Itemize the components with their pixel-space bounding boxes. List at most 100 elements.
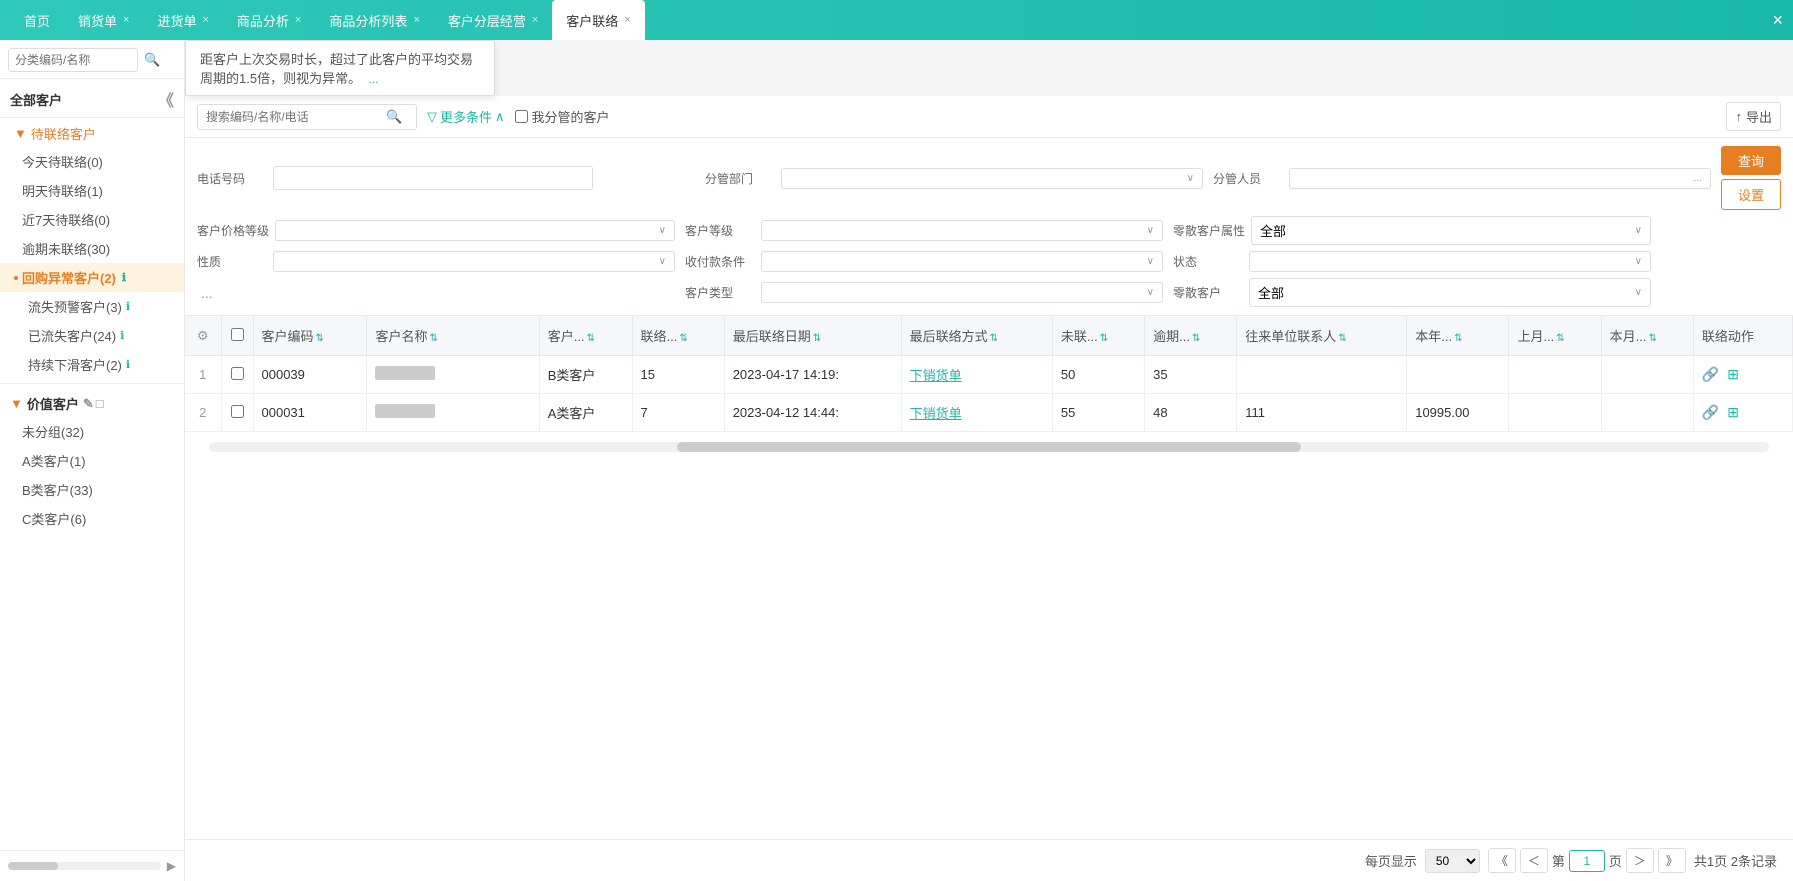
sidebar-item-today-pending[interactable]: 今天待联络(0): [0, 147, 184, 176]
customer-type-select[interactable]: ∨: [761, 282, 1163, 303]
filter-department: 分管部门 ∨: [705, 168, 1203, 189]
payment-select[interactable]: ∨: [761, 251, 1163, 272]
tab-customer-segmentation[interactable]: 客户分层经营 ×: [434, 0, 552, 40]
settings-button[interactable]: 设置: [1721, 179, 1781, 210]
filter-search-input[interactable]: [206, 110, 386, 124]
sidebar-item-declining[interactable]: 持续下滑客户(2) ℹ: [0, 350, 184, 379]
sidebar-item-c-class[interactable]: C类客户(6): [0, 504, 184, 533]
grid-icon-2[interactable]: ⊞: [1727, 404, 1739, 421]
sort-icon-not-contacted[interactable]: ⇅: [1100, 333, 1108, 344]
prev-page-button[interactable]: ＜: [1520, 848, 1548, 873]
edit-icon[interactable]: ✎: [83, 396, 94, 412]
filter-nature: 性质 ∨: [197, 251, 675, 272]
sort-icon-date[interactable]: ⇅: [813, 333, 821, 344]
row-contacts-1: [1237, 356, 1407, 394]
sort-icon-this-year[interactable]: ⇅: [1454, 333, 1462, 344]
export-button[interactable]: ↑ 导出: [1726, 102, 1781, 131]
last-page-button[interactable]: 》: [1658, 848, 1686, 873]
sidebar-item-7days-pending[interactable]: 近7天待联络(0): [0, 205, 184, 234]
sort-icon-type[interactable]: ⇅: [587, 333, 595, 344]
tab-customer-contact[interactable]: 客户联络 ×: [552, 0, 644, 40]
sort-icon-this-month[interactable]: ⇅: [1648, 333, 1656, 344]
sidebar-item-ungrouped[interactable]: 未分组(32): [0, 417, 184, 446]
sort-icon-contacts[interactable]: ⇅: [1338, 333, 1346, 344]
retail-customer-label: 零散客户: [1173, 284, 1243, 301]
blurred-name-2: [375, 404, 435, 418]
phone-input[interactable]: [273, 166, 593, 190]
tab-home[interactable]: 首页: [10, 0, 64, 40]
close-tab-contact[interactable]: ×: [624, 14, 630, 26]
sort-icon-code[interactable]: ⇅: [316, 333, 324, 344]
filter-row-4: ... 客户类型 ∨ 零散客户 全部 ∨: [197, 278, 1781, 307]
close-tab-product-analysis[interactable]: ×: [295, 14, 301, 26]
filter-retail-customer: 零散客户 全部 ∨: [1173, 278, 1651, 307]
row-checkbox-1[interactable]: [231, 367, 244, 380]
link-icon-1[interactable]: 🔗: [1702, 366, 1719, 383]
sort-icon-contact[interactable]: ⇅: [679, 333, 687, 344]
sidebar-group-pending-contact[interactable]: ▼ 待联络客户: [0, 118, 184, 147]
first-page-button[interactable]: 《: [1488, 848, 1516, 873]
sidebar-item-a-class[interactable]: A类客户(1): [0, 446, 184, 475]
method-link-2[interactable]: 下销货单: [910, 406, 962, 421]
method-link-1[interactable]: 下销货单: [910, 368, 962, 383]
tab-product-analysis-list[interactable]: 商品分析列表 ×: [315, 0, 433, 40]
sidebar-item-repurchase-anomaly[interactable]: 回购异常客户(2) ℹ: [0, 263, 184, 292]
sort-icon-last-month[interactable]: ⇅: [1556, 333, 1564, 344]
sidebar-item-churn-warning[interactable]: 流失预警客户(3) ℹ: [0, 292, 184, 321]
col-customer-type: 客户...⇅: [539, 316, 632, 356]
filter-manager: 分管人员 ...: [1213, 168, 1711, 189]
sidebar-item-tomorrow-pending[interactable]: 明天待联络(1): [0, 176, 184, 205]
tab-sales-order[interactable]: 销货单 ×: [64, 0, 143, 40]
nature-select[interactable]: ∨: [273, 251, 675, 272]
sidebar-group-value-customers[interactable]: ▼ 价值客户 ✎ □: [0, 388, 184, 417]
tab-purchase-order[interactable]: 进货单 ×: [143, 0, 222, 40]
sort-icon-name[interactable]: ⇅: [429, 333, 437, 344]
sidebar-item-b-class[interactable]: B类客户(33): [0, 475, 184, 504]
sidebar-item-overdue-contact[interactable]: 逾期未联络(30): [0, 234, 184, 263]
next-page-button[interactable]: ＞: [1626, 848, 1654, 873]
price-grade-select[interactable]: ∨: [275, 220, 675, 241]
customer-grade-select[interactable]: ∨: [761, 220, 1163, 241]
my-customers-checkbox[interactable]: [515, 110, 528, 123]
close-window-button[interactable]: ×: [1772, 10, 1783, 31]
manager-select[interactable]: ...: [1289, 168, 1711, 189]
sidebar-search-input[interactable]: [8, 48, 138, 72]
query-button[interactable]: 查询: [1721, 146, 1781, 175]
sidebar-collapse-button[interactable]: 《: [158, 87, 174, 111]
sidebar-scroll-track[interactable]: [8, 862, 161, 870]
dept-select[interactable]: ∨: [781, 168, 1203, 189]
sidebar-search-icon[interactable]: 🔍: [144, 52, 160, 68]
per-page-select[interactable]: 50 100 200: [1425, 849, 1480, 873]
close-tab-sales[interactable]: ×: [123, 14, 129, 26]
row-code-2: 000031: [253, 394, 367, 432]
filter-search-icon[interactable]: 🔍: [386, 109, 402, 125]
filter-phone: 电话号码: [197, 166, 695, 190]
more-dots-icon[interactable]: ...: [197, 285, 217, 301]
add-icon[interactable]: □: [96, 396, 104, 411]
col-last-contact-method: 最后联络方式⇅: [901, 316, 1052, 356]
sidebar-search-area: 🔍: [0, 40, 184, 79]
page-input[interactable]: [1569, 850, 1605, 872]
retail-customer-select[interactable]: 全部 ∨: [1249, 278, 1651, 307]
select-all-checkbox[interactable]: [231, 328, 244, 341]
sidebar-right-arrow[interactable]: ▶: [167, 859, 176, 873]
close-tab-purchase[interactable]: ×: [202, 14, 208, 26]
sort-icon-overdue[interactable]: ⇅: [1192, 333, 1200, 344]
row-checkbox-2[interactable]: [231, 405, 244, 418]
info-icon-declining: ℹ: [126, 358, 130, 371]
sidebar-item-churned[interactable]: 已流失客户(24) ℹ: [0, 321, 184, 350]
retail-attr-select[interactable]: 全部 ∨: [1251, 216, 1651, 245]
filter-bar: 🔍 ▽ 更多条件 ∧ 我分管的客户 ↑ 导出: [185, 96, 1793, 138]
status-select[interactable]: ∨: [1249, 251, 1651, 272]
tab-product-analysis[interactable]: 商品分析 ×: [223, 0, 315, 40]
col-settings[interactable]: ⚙: [185, 316, 221, 356]
horizontal-scrollbar-track[interactable]: [209, 442, 1769, 452]
close-tab-product-list[interactable]: ×: [413, 14, 419, 26]
sort-icon-method[interactable]: ⇅: [990, 333, 998, 344]
link-icon-2[interactable]: 🔗: [1702, 404, 1719, 421]
row-this-year-2: 10995.00: [1407, 394, 1509, 432]
more-conditions-button[interactable]: ▽ 更多条件 ∧: [427, 107, 505, 126]
dept-arrow-icon: ∨: [1187, 173, 1194, 184]
grid-icon-1[interactable]: ⊞: [1727, 366, 1739, 383]
close-tab-segmentation[interactable]: ×: [532, 14, 538, 26]
